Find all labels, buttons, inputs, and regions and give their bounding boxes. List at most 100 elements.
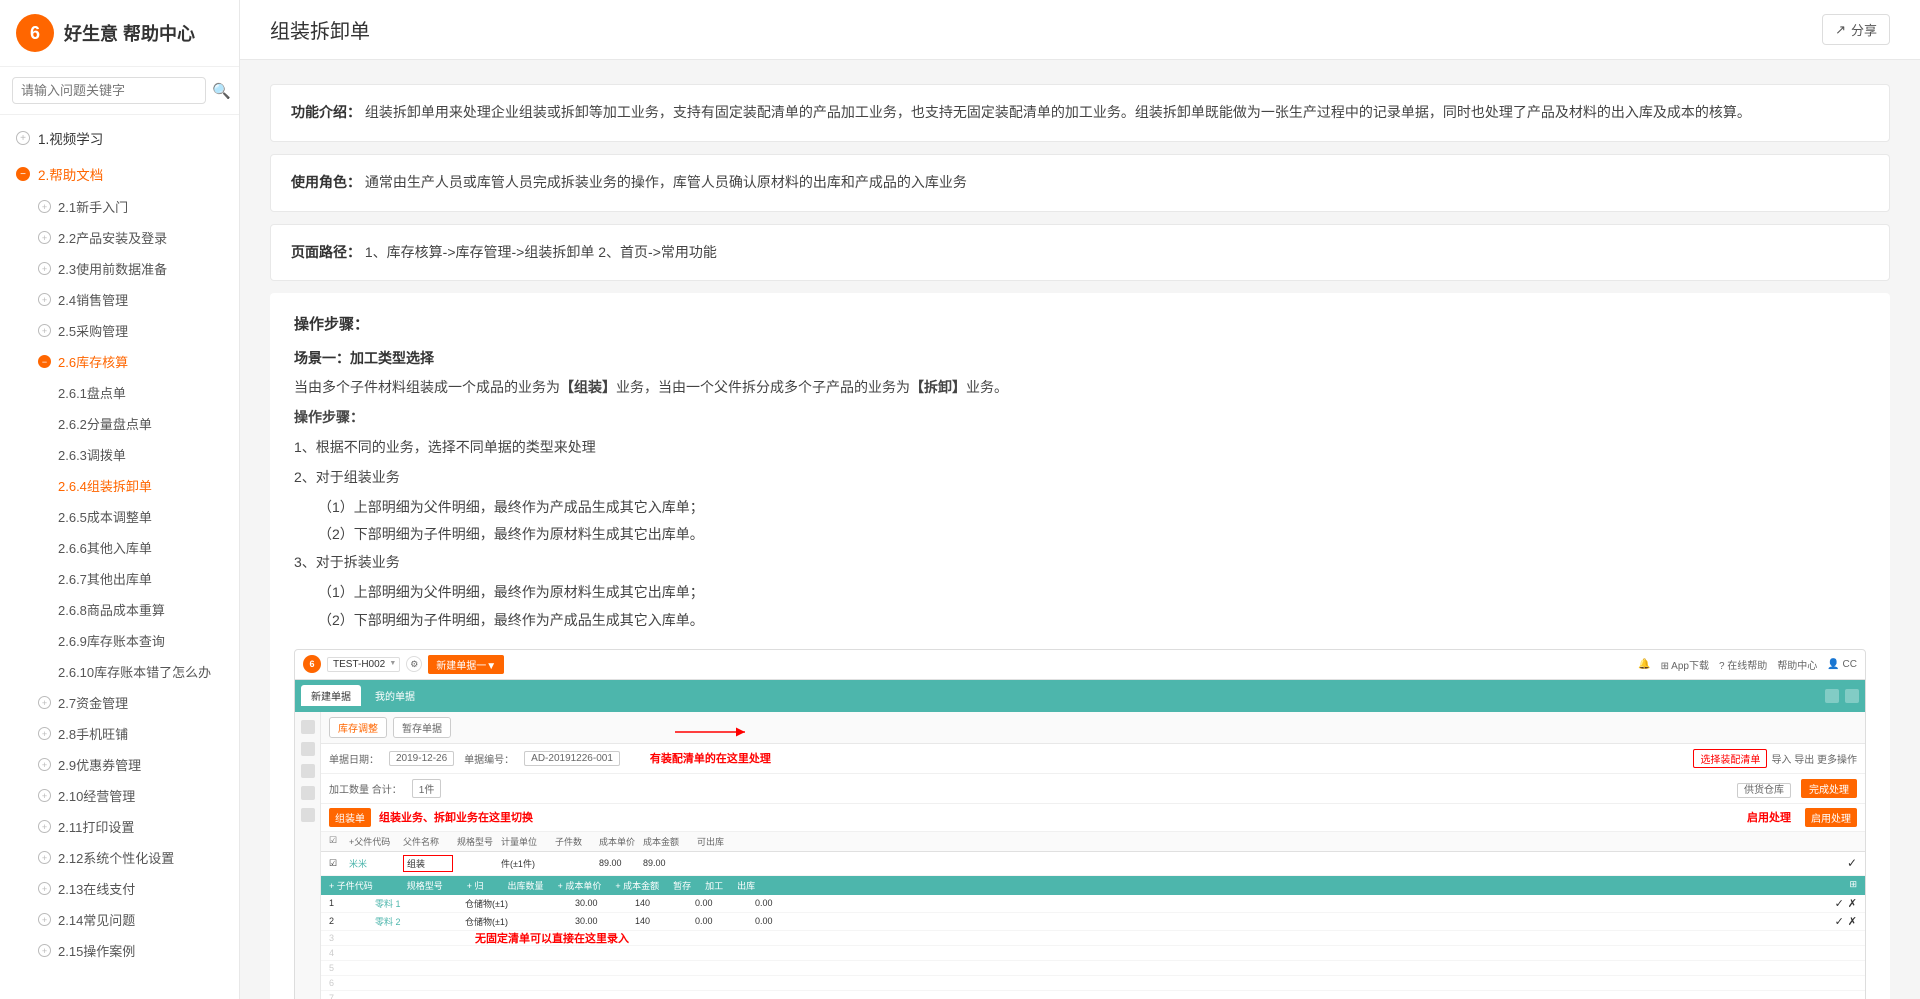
mock-left-sidebar xyxy=(295,712,321,999)
mock-r3-num: 3 xyxy=(329,933,334,943)
mock-type-row: 组装单 组装业务、拆卸业务在这里切换 启用处理 启用处理 xyxy=(321,804,1865,832)
mock-date-label: 单据日期： xyxy=(329,751,379,766)
nav-sub-system[interactable]: + 2.12系统个性化设置 xyxy=(0,842,239,873)
nav-leaf-263[interactable]: 2.6.3调拨单 xyxy=(0,439,239,470)
logo-icon: 6 xyxy=(16,14,54,52)
nav-sub-faq[interactable]: + 2.14常见问题 xyxy=(0,904,239,935)
step3-2: （2）下部明细为子件明细，最终作为产成品生成其它入库单。 xyxy=(294,609,1866,633)
ops-title: 操作步骤： xyxy=(294,313,1866,334)
nav-leaf-2610[interactable]: 2.6.10库存账本错了怎么办 xyxy=(0,656,239,687)
mock-sidebar-icon2 xyxy=(301,742,315,756)
mock-r6-num: 6 xyxy=(329,978,334,988)
search-button[interactable]: 🔍 xyxy=(212,82,231,100)
plus-icon-inventory: − xyxy=(38,355,51,368)
mock-col-spec: 规格型号 xyxy=(457,835,497,848)
mock-icon1 xyxy=(1825,689,1839,703)
scene1-desc: 当由多个子件材料组装成一个成品的业务为【组装】业务，当由一个父件拆分成多个子产品… xyxy=(294,376,1866,400)
nav-sub-install[interactable]: + 2.2产品安装及登录 xyxy=(0,222,239,253)
nav-sub-sales[interactable]: + 2.4销售管理 xyxy=(0,284,239,315)
mock-upper-header: ☑ +父件代码 父件名称 规格型号 计量单位 子件数 成本单价 成本金额 可出库 xyxy=(321,832,1865,852)
mock-row-unit: 件(±1件) xyxy=(501,857,551,870)
mock-sidebar-icon3 xyxy=(301,764,315,778)
step2: 2、对于组装业务 xyxy=(294,466,1866,490)
feature-intro-section: 功能介绍： 组装拆卸单用来处理企业组装或拆卸等加工业务，支持有固定装配清单的产品… xyxy=(270,84,1890,142)
mock-lower-col5: + 成本单价 xyxy=(558,879,602,892)
nav-sub-new[interactable]: + 2.1新手入门 xyxy=(0,191,239,222)
nav-sub-print[interactable]: + 2.11打印设置 xyxy=(0,811,239,842)
main-content: 功能介绍： 组装拆卸单用来处理企业组装或拆卸等加工业务，支持有固定装配清单的产品… xyxy=(240,60,1920,999)
nav-group-docs-title[interactable]: − 2.帮助文档 xyxy=(0,157,239,191)
plus-icon-video: + xyxy=(16,131,30,145)
mock-lower-row4: 4 xyxy=(321,946,1865,961)
nav-sub-cases[interactable]: + 2.15操作案例 xyxy=(0,935,239,966)
nav-leaf-268[interactable]: 2.6.8商品成本重算 xyxy=(0,594,239,625)
nav-sub-new-label: 2.1新手入门 xyxy=(58,197,128,216)
nav-group-video: + 1.视频学习 xyxy=(0,121,239,155)
mock-toolbar: 库存调整 暂存单据 xyxy=(321,712,1865,744)
nav-sub-purchase[interactable]: + 2.5采购管理 xyxy=(0,315,239,346)
mock-lower-r1-qty: 30.00 xyxy=(575,898,605,908)
screenshot-container: 6 TEST-H002▼ ⚙ 新建单据一▼ 🔔 ⊞ App下载 ? 在线帮助 帮… xyxy=(294,649,1866,999)
nav-leaf-267[interactable]: 2.6.7其他出库单 xyxy=(0,563,239,594)
mock-lower-col3: + 归 xyxy=(467,879,484,892)
mock-col-avail: 可出库 xyxy=(697,835,737,848)
mock-lower-label: + 子件代码 xyxy=(329,879,373,892)
mock-row-code: 米米 xyxy=(349,857,399,870)
mock-sidebar-icon4 xyxy=(301,786,315,800)
nav-sub-mobile[interactable]: + 2.8手机旺铺 xyxy=(0,718,239,749)
mock-count-val: 1件 xyxy=(412,779,442,798)
mock-lower-r1-btns: ✓✗ xyxy=(1835,897,1857,910)
mock-btn-save: 暂存单据 xyxy=(393,717,451,738)
share-icon: ↗ xyxy=(1835,22,1846,38)
mock-other-btns: 导入 导出 更多操作 xyxy=(1771,751,1857,766)
share-button[interactable]: ↗ 分享 xyxy=(1822,14,1890,45)
nav-leaf-266[interactable]: 2.6.6其他入库单 xyxy=(0,532,239,563)
mock-logo: 6 xyxy=(303,655,321,673)
nav-sub-inventory-label: 2.6库存核算 xyxy=(58,352,128,371)
mock-upper-row: ☑ 米米 组装 件(±1件) 89.00 89.00 ✓ xyxy=(321,852,1865,876)
mock-enable-btn: 启用处理 xyxy=(1805,808,1857,827)
nav-sub-system-label: 2.12系统个性化设置 xyxy=(58,848,174,867)
nav-leaf-262[interactable]: 2.6.2分量盘点单 xyxy=(0,408,239,439)
mock-settings-icon: ⚙ xyxy=(406,656,422,672)
step3-1: （1）上部明细为父件明细，最终作为原材料生成其它出库单； xyxy=(294,581,1866,605)
mock-date-val: 2019-12-26 xyxy=(389,751,454,766)
plus-icon-finance: + xyxy=(38,696,51,709)
mock-tab-inactive: 我的单据 xyxy=(365,685,425,706)
mock-right-form: 选择装配清单 导入 导出 更多操作 xyxy=(1693,749,1857,768)
nav-sub-coupon[interactable]: + 2.9优惠券管理 xyxy=(0,749,239,780)
search-input[interactable] xyxy=(12,77,206,104)
role-text: 通常由生产人员或库管人员完成拆装业务的操作，库管人员确认原材料的出库和产成品的入… xyxy=(365,174,967,190)
mock-icon2 xyxy=(1845,689,1859,703)
sidebar-header: 6 好生意 帮助中心 xyxy=(0,0,239,67)
plus-icon-print: + xyxy=(38,820,51,833)
nav-sub-payment[interactable]: + 2.13在线支付 xyxy=(0,873,239,904)
mock-tab-active: 新建单据 xyxy=(301,685,361,706)
mock-row-name-red: 组装 xyxy=(403,855,453,872)
mock-lower-r2-spec: 仓储物(±1) xyxy=(465,915,545,928)
nav-sub-data[interactable]: + 2.3使用前数据准备 xyxy=(0,253,239,284)
mock-sidebar-icon5 xyxy=(301,808,315,822)
nav-sub-manage[interactable]: + 2.10经营管理 xyxy=(0,780,239,811)
mock-lower-col4: 出库数量 xyxy=(508,879,544,892)
nav-leaf-269[interactable]: 2.6.9库存账本查询 xyxy=(0,625,239,656)
mock-lower-col8: 加工 xyxy=(705,879,723,892)
nav-sub-finance[interactable]: + 2.7资金管理 xyxy=(0,687,239,718)
mock-app-dropdown: TEST-H002▼ xyxy=(327,657,400,672)
mock-lower-r1-check: 1 xyxy=(329,898,345,908)
mock-lower-row6: 6 xyxy=(321,976,1865,991)
plus-icon-coupon: + xyxy=(38,758,51,771)
step2-2: （2）下部明细为子件明细，最终作为原材料生成其它出库单。 xyxy=(294,523,1866,547)
mock-lower-row2: 2 零料 2 仓储物(±1) 30.00 140 0.00 0.00 ✓✗ xyxy=(321,913,1865,931)
nav-leaf-264[interactable]: 2.6.4组装拆卸单 xyxy=(0,470,239,501)
mock-r7-num: 7 xyxy=(329,993,334,999)
mock-lower-r2-btns: ✓✗ xyxy=(1835,915,1857,928)
nav-sub-inventory[interactable]: − 2.6库存核算 xyxy=(0,346,239,377)
ops-body: 操作步骤： 场景一：加工类型选择 当由多个子件材料组装成一个成品的业务为【组装】… xyxy=(270,293,1890,999)
nav-leaf-261[interactable]: 2.6.1盘点单 xyxy=(0,377,239,408)
nav-group-video-title[interactable]: + 1.视频学习 xyxy=(0,121,239,155)
mock-avatar-icon: 👤 CC xyxy=(1827,659,1857,670)
nav-sub-items-docs: + 2.1新手入门 + 2.2产品安装及登录 + 2.3使用前数据准备 + 2.… xyxy=(0,191,239,966)
nav-leaf-265[interactable]: 2.6.5成本调整单 xyxy=(0,501,239,532)
mock-right-info: 供货仓库 xyxy=(1737,781,1791,796)
